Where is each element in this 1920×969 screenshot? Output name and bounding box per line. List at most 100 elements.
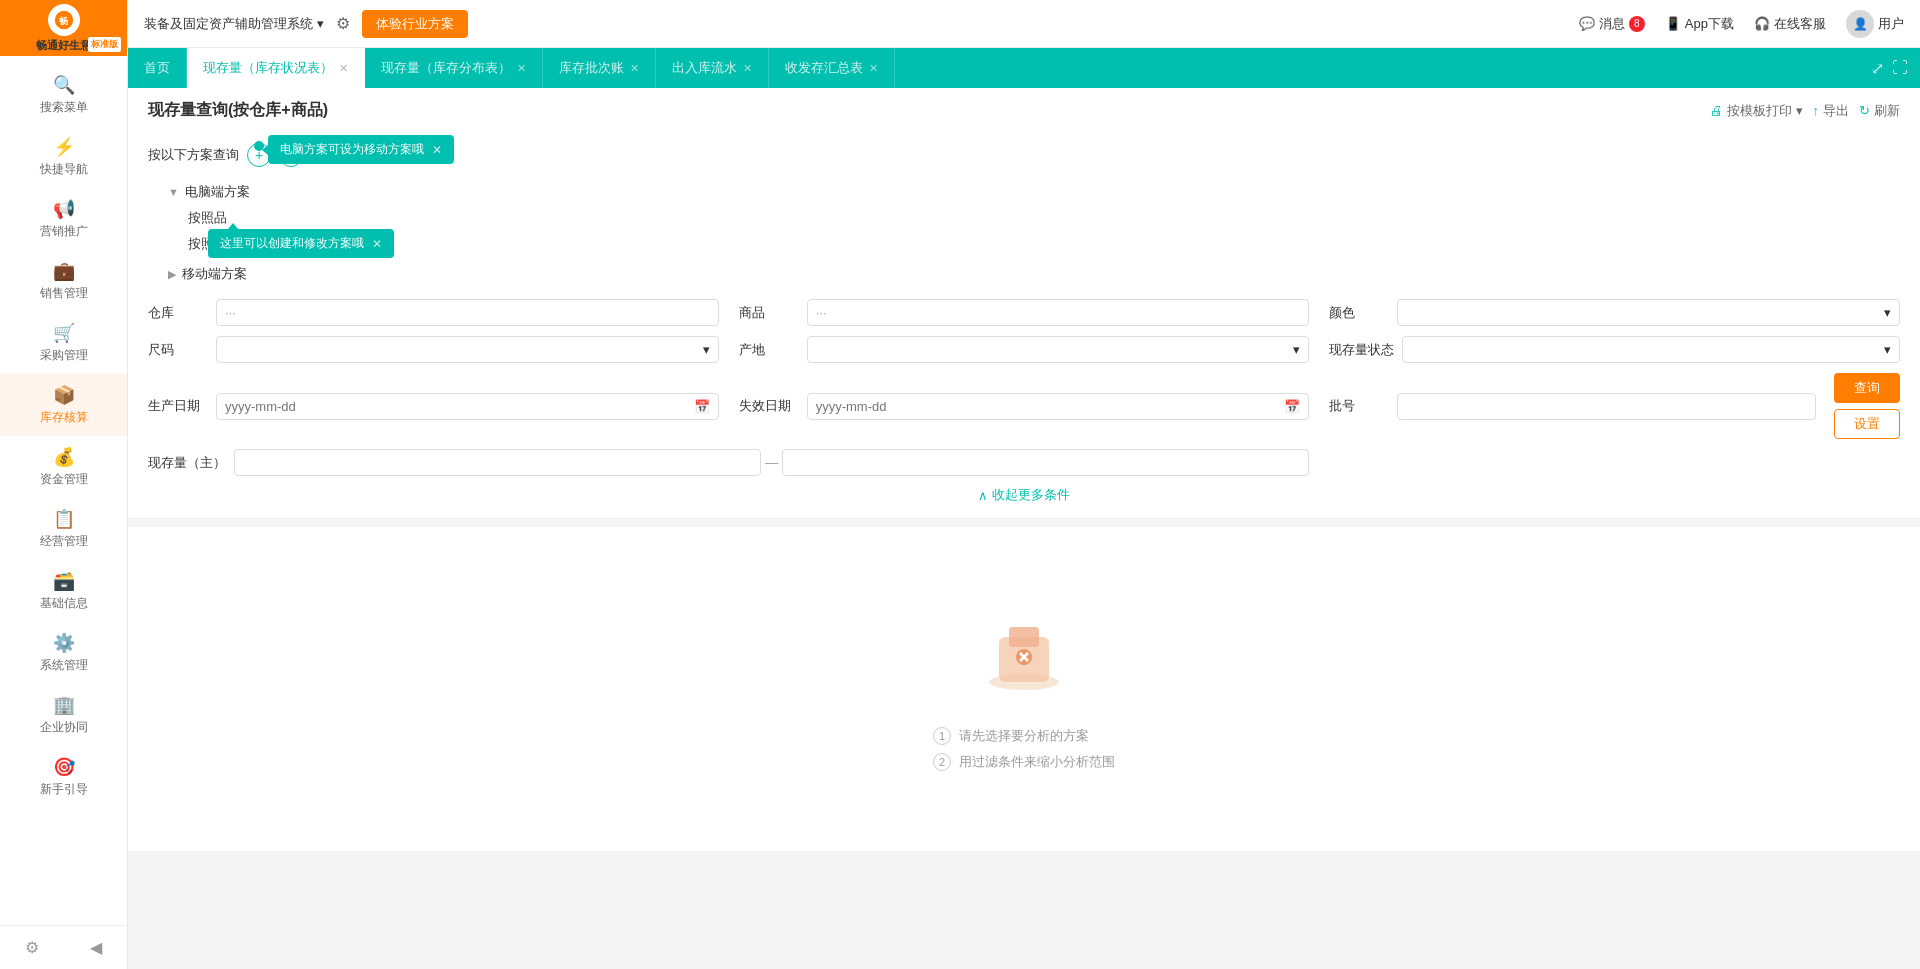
tab-fullscreen-icon[interactable]: ⛶: [1892, 59, 1908, 77]
page-actions: 🖨 按模板打印 ▾ ↑ 导出 ↻ 刷新: [1710, 102, 1901, 120]
close-tab-receive-dispatch[interactable]: ✕: [869, 62, 878, 75]
page-title-row: 现存量查询(按仓库+商品) 🖨 按模板打印 ▾ ↑ 导出 ↻ 刷新: [148, 100, 1900, 131]
scheme-tree-mobile[interactable]: ▶ 移动端方案: [168, 261, 250, 287]
sidebar-item-enterprise[interactable]: 🏢 企业协同: [0, 684, 127, 746]
sidebar-item-label: 基础信息: [40, 595, 88, 612]
close-tooltip-scheme[interactable]: ✕: [432, 143, 442, 157]
prod-date-text[interactable]: [225, 399, 694, 414]
size-select[interactable]: ▾: [216, 336, 719, 363]
tab-inventory-dist-label: 现存量（库存分布表）: [381, 59, 511, 77]
inv-main-label: 现存量（主）: [148, 454, 226, 472]
tab-batch-ledger[interactable]: 库存批次账 ✕: [543, 48, 656, 88]
inv-status-dropdown-icon: ▾: [1884, 342, 1891, 357]
set-btn[interactable]: 设置: [1834, 409, 1900, 439]
user-menu[interactable]: 👤 用户: [1846, 10, 1904, 38]
tooltip-create-text: 这里可以创建和修改方案哦: [220, 235, 364, 252]
empty-state: 1 请先选择要分析的方案 2 用过滤条件来缩小分析范围: [128, 527, 1920, 851]
tab-receive-dispatch[interactable]: 收发存汇总表 ✕: [769, 48, 895, 88]
settings-bottom-btn[interactable]: ⚙: [25, 938, 39, 957]
exp-date-label: 失效日期: [739, 397, 799, 415]
calendar-icon[interactable]: 📅: [694, 399, 710, 414]
color-select[interactable]: ▾: [1397, 299, 1900, 326]
sidebar-item-base[interactable]: 🗃️ 基础信息: [0, 560, 127, 622]
header-settings-icon[interactable]: ⚙: [336, 14, 350, 33]
goods-select[interactable]: ···: [807, 299, 1310, 326]
scheme-tree-desktop[interactable]: ▼ 电脑端方案: [168, 179, 250, 205]
refresh-btn[interactable]: ↻ 刷新: [1859, 102, 1900, 120]
base-icon: 🗃️: [53, 570, 75, 592]
filter-goods: 商品 ···: [739, 299, 1310, 326]
logo-icon: 畅: [48, 4, 80, 36]
sidebar-item-marketing[interactable]: 📢 营销推广: [0, 188, 127, 250]
close-tab-inventory-status[interactable]: ✕: [339, 62, 348, 75]
sidebar-item-search[interactable]: 🔍 搜索菜单: [0, 64, 127, 126]
sidebar-item-guide[interactable]: 🎯 新手引导: [0, 746, 127, 808]
sidebar-item-finance[interactable]: 💰 资金管理: [0, 436, 127, 498]
origin-select[interactable]: ▾: [807, 336, 1310, 363]
inventory-icon: 📦: [53, 384, 75, 406]
sidebar-item-quick-nav[interactable]: ⚡ 快捷导航: [0, 126, 127, 188]
tip-text-1: 请先选择要分析的方案: [959, 727, 1089, 745]
system-selector[interactable]: 装备及固定资产辅助管理系统 ▾: [144, 15, 324, 33]
batch-no-input[interactable]: [1397, 393, 1816, 420]
print-template-btn[interactable]: 🖨 按模板打印 ▾: [1710, 102, 1803, 120]
app-download-btn[interactable]: 📱 App下载: [1665, 15, 1734, 33]
inv-main-to[interactable]: [782, 449, 1309, 476]
exp-date-text[interactable]: [816, 399, 1285, 414]
filter-warehouse: 仓库 ···: [148, 299, 719, 326]
close-tooltip-create[interactable]: ✕: [372, 237, 382, 251]
sidebar-item-sales[interactable]: 💼 销售管理: [0, 250, 127, 312]
scheme-tree-item-1[interactable]: 按照品: [188, 205, 250, 231]
service-icon: 🎧: [1754, 16, 1770, 31]
search-btn[interactable]: 查询: [1834, 373, 1900, 403]
tooltip-scheme-text: 电脑方案可设为移动方案哦: [280, 141, 424, 158]
logo-label: 畅通好生意: [36, 38, 91, 53]
collapse-row[interactable]: ∧ 收起更多条件: [148, 476, 1900, 510]
svg-text:畅: 畅: [58, 15, 67, 25]
export-btn[interactable]: ↑ 导出: [1813, 102, 1850, 120]
tab-home[interactable]: 首页: [128, 48, 187, 88]
empty-icon: [974, 607, 1074, 707]
purchase-icon: 🛒: [53, 322, 75, 344]
filter-inventory-status: 现存量状态 ▾: [1329, 336, 1900, 363]
tab-inout-flow[interactable]: 出入库流水 ✕: [656, 48, 769, 88]
tab-inventory-status[interactable]: 现存量（库存状况表） ✕: [187, 48, 365, 88]
inv-main-from[interactable]: [234, 449, 761, 476]
sidebar-item-purchase[interactable]: 🛒 采购管理: [0, 312, 127, 374]
collapse-up-icon: ∧: [978, 488, 988, 503]
sidebar-item-label: 经营管理: [40, 533, 88, 550]
enterprise-icon: 🏢: [53, 694, 75, 716]
inv-status-select[interactable]: ▾: [1402, 336, 1900, 363]
sidebar-item-inventory[interactable]: 📦 库存核算: [0, 374, 127, 436]
sidebar-item-label: 营销推广: [40, 223, 88, 240]
sidebar-item-label: 资金管理: [40, 471, 88, 488]
tab-maximize-icon[interactable]: ⤢: [1871, 59, 1884, 78]
sidebar-item-operation[interactable]: 📋 经营管理: [0, 498, 127, 560]
close-tab-inventory-dist[interactable]: ✕: [517, 62, 526, 75]
sidebar-item-system[interactable]: ⚙️ 系统管理: [0, 622, 127, 684]
tab-batch-ledger-label: 库存批次账: [559, 59, 624, 77]
search-icon: 🔍: [53, 74, 75, 96]
industry-btn[interactable]: 体验行业方案: [362, 10, 468, 38]
production-date-input[interactable]: 📅: [216, 393, 719, 420]
color-label: 颜色: [1329, 304, 1389, 322]
tab-inventory-status-label: 现存量（库存状况表）: [203, 59, 333, 77]
expiry-date-input[interactable]: 📅: [807, 393, 1310, 420]
collapse-btn[interactable]: ◀: [90, 938, 102, 957]
tab-inventory-dist[interactable]: 现存量（库存分布表） ✕: [365, 48, 543, 88]
notice-btn[interactable]: 💬 消息 8: [1579, 15, 1645, 33]
filter-color: 颜色 ▾: [1329, 299, 1900, 326]
warehouse-select[interactable]: ···: [216, 299, 719, 326]
quicknav-icon: ⚡: [53, 136, 75, 158]
online-service-btn[interactable]: 🎧 在线客服: [1754, 15, 1826, 33]
page-title: 现存量查询(按仓库+商品): [148, 100, 328, 121]
expiry-calendar-icon[interactable]: 📅: [1284, 399, 1300, 414]
desktop-expand-icon: ▼: [168, 186, 179, 198]
filter-fields: 仓库 ··· 商品 ··· 颜色: [148, 299, 1900, 476]
close-tab-batch-ledger[interactable]: ✕: [630, 62, 639, 75]
close-tab-inout-flow[interactable]: ✕: [743, 62, 752, 75]
empty-tips: 1 请先选择要分析的方案 2 用过滤条件来缩小分析范围: [933, 727, 1115, 771]
sidebar-bottom: ⚙ ◀: [0, 925, 127, 969]
operation-icon: 📋: [53, 508, 75, 530]
batch-label: 批号: [1329, 397, 1389, 415]
